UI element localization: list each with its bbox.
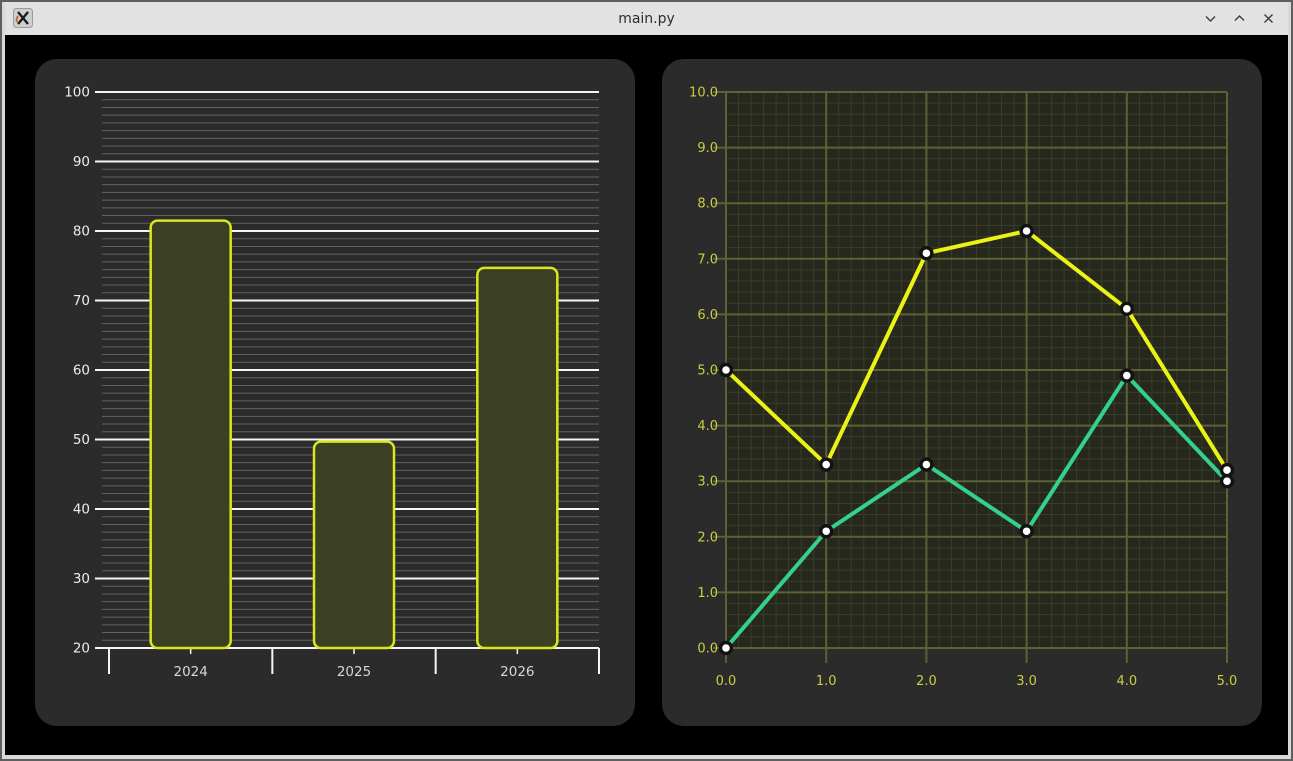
- x-tick-label: 1.0: [816, 674, 837, 689]
- y-tick-label: 6.0: [697, 308, 718, 323]
- x-tick-label: 2026: [500, 664, 534, 680]
- y-tick-label: 80: [73, 224, 90, 240]
- y-tick-label: 60: [73, 363, 90, 379]
- x-tick-label: 2024: [173, 664, 207, 680]
- green-series-marker: [1219, 474, 1235, 489]
- x-tick-label: 3.0: [1016, 674, 1037, 689]
- close-button[interactable]: [1260, 11, 1276, 27]
- green-series-marker: [718, 640, 734, 656]
- y-tick-label: 90: [73, 154, 90, 170]
- green-series-marker: [1119, 368, 1134, 383]
- bar-2026: [476, 266, 559, 650]
- y-tick-label: 1.0: [697, 586, 718, 601]
- bar-chart-panel: 20 30 40 50 60 70 80 90 100 2024 2025 2026: [35, 59, 635, 726]
- y-tick-label: 8.0: [697, 197, 718, 212]
- x-tick-label: 0.0: [716, 674, 737, 689]
- y-tick-label: 7.0: [697, 252, 718, 267]
- green-series-marker: [1019, 524, 1034, 539]
- yellow-series-marker: [919, 246, 934, 261]
- bar-2024: [149, 219, 232, 650]
- y-tick-label: 0.0: [697, 642, 718, 657]
- green-series-marker: [818, 524, 834, 539]
- y-tick-label: 9.0: [697, 141, 718, 156]
- maximize-button[interactable]: [1231, 11, 1247, 27]
- y-tick-label: 20: [73, 641, 90, 657]
- x-tick-label: 2.0: [916, 674, 937, 689]
- y-tick-label: 50: [73, 432, 90, 448]
- app-content: 20 30 40 50 60 70 80 90 100 2024 2025 2026 0.0 1.0 2.…: [5, 35, 1288, 755]
- x-tick-label: 2025: [337, 664, 371, 680]
- app-window: main.py 20 30 40 50 60 70 80 90 100 2024 2025 2026 …: [0, 0, 1293, 761]
- y-tick-label: 3.0: [697, 475, 718, 490]
- yellow-series-marker: [818, 457, 834, 472]
- y-tick-label: 100: [64, 85, 90, 101]
- y-tick-label: 40: [73, 502, 90, 518]
- bar-chart-canvas[interactable]: 20 30 40 50 60 70 80 90 100 2024 2025 2026: [35, 59, 635, 726]
- y-tick-label: 5.0: [697, 364, 718, 379]
- yellow-series-marker: [1019, 223, 1034, 239]
- x-tick-label: 4.0: [1116, 674, 1137, 689]
- minimize-button[interactable]: [1202, 11, 1218, 27]
- title-bar[interactable]: main.py: [5, 2, 1288, 35]
- y-tick-label: 2.0: [697, 530, 718, 545]
- line-chart-canvas[interactable]: 0.0 1.0 2.0 3.0 4.0 5.0 6.0 7.0 8.0 9.0 10.0 0.0 1.0…: [662, 59, 1262, 726]
- yellow-series-marker: [1119, 301, 1134, 317]
- bar-2025: [312, 440, 396, 650]
- y-tick-label: 10.0: [689, 86, 718, 101]
- y-tick-label: 70: [73, 293, 90, 309]
- line-chart-panel: 0.0 1.0 2.0 3.0 4.0 5.0 6.0 7.0 8.0 9.0 10.0 0.0 1.0…: [662, 59, 1262, 726]
- window-controls: [1202, 2, 1276, 35]
- green-series-marker: [919, 457, 934, 472]
- window-title: main.py: [618, 10, 675, 27]
- x-tick-label: 5.0: [1217, 674, 1238, 689]
- y-tick-label: 4.0: [697, 419, 718, 434]
- yellow-series-marker: [718, 362, 734, 378]
- yellow-series-marker: [1219, 462, 1235, 478]
- x11-logo-icon: [13, 8, 33, 28]
- y-tick-label: 30: [73, 571, 90, 587]
